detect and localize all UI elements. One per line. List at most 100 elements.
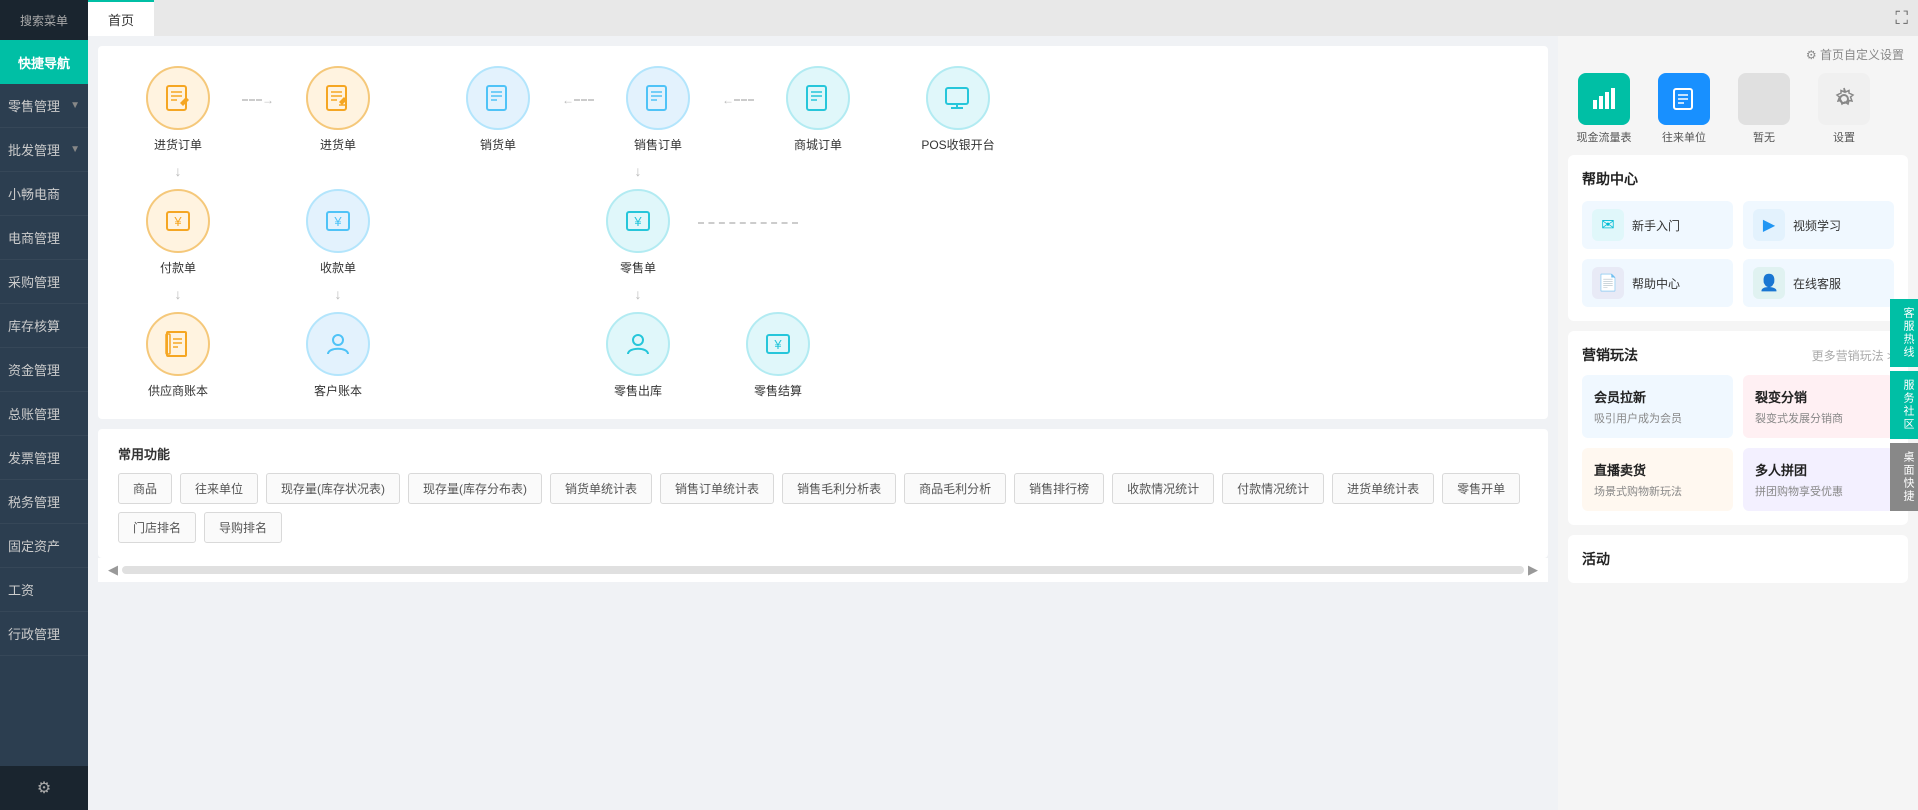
- quicknav-panel: 进货订单 → 进货单: [98, 46, 1548, 419]
- common-functions-title: 常用功能: [118, 444, 1528, 463]
- flow-node-purchase-order[interactable]: 进货订单: [118, 66, 238, 153]
- sidebar-settings-button[interactable]: ⚙: [0, 766, 88, 810]
- supplier-book-icon: [146, 312, 210, 376]
- quick-icon-none[interactable]: 暂无: [1728, 73, 1800, 145]
- float-btn-desktop[interactable]: 桌面快捷: [1890, 443, 1918, 511]
- flow-node-label: 零售出库: [614, 382, 662, 399]
- func-btn-goods[interactable]: 商品: [118, 473, 172, 504]
- sidebar-item-admin[interactable]: 行政管理: [0, 612, 88, 656]
- sidebar-item-retail[interactable]: 零售管理 ▼: [0, 84, 88, 128]
- help-item-video[interactable]: ▶ 视频学习: [1743, 201, 1894, 249]
- flow-node-mall-order[interactable]: 商城订单: [758, 66, 878, 153]
- sidebar-item-salary[interactable]: 工资: [0, 568, 88, 612]
- sidebar-item-inventory[interactable]: 库存核算: [0, 304, 88, 348]
- scrollbar-track[interactable]: [122, 566, 1524, 574]
- sidebar-item-label: 税务管理: [8, 492, 60, 511]
- func-btn-stock-status[interactable]: 现存量(库存状况表): [266, 473, 400, 504]
- sidebar-item-label: 资金管理: [8, 360, 60, 379]
- help-item-label: 在线客服: [1793, 275, 1841, 292]
- flow-node-supplier-book[interactable]: 供应商账本: [118, 312, 238, 399]
- svg-text:¥: ¥: [633, 214, 642, 229]
- func-btn-store-rank[interactable]: 门店排名: [118, 512, 196, 543]
- marketing-item-desc: 吸引用户成为会员: [1594, 410, 1721, 426]
- sidebar-nav-active[interactable]: 快捷导航: [0, 40, 88, 84]
- sidebar-item-tax[interactable]: 税务管理: [0, 480, 88, 524]
- flow-arrow-left2: ←: [718, 93, 758, 107]
- marketing-item-fission[interactable]: 裂变分销 裂变式发展分销商: [1743, 375, 1894, 438]
- func-btn-sale-order-stat[interactable]: 销售订单统计表: [660, 473, 774, 504]
- marketing-more-link[interactable]: 更多营销玩法 >: [1812, 347, 1894, 364]
- flow-node-customer-book[interactable]: 客户账本: [278, 312, 398, 399]
- func-btn-sale-rank[interactable]: 销售排行榜: [1014, 473, 1104, 504]
- svg-text:¥: ¥: [773, 337, 782, 352]
- func-btn-purchase-stat[interactable]: 进货单统计表: [1332, 473, 1434, 504]
- quick-icons-row: 现金流量表 往来单位 暂无 设置: [1568, 73, 1908, 145]
- scroll-right-icon[interactable]: ▶: [1528, 562, 1538, 578]
- sidebar-item-ecommerce[interactable]: 电商管理: [0, 216, 88, 260]
- right-panel: ⚙ 首页自定义设置 现金流量表 往来单位: [1558, 36, 1918, 810]
- sidebar-item-funds[interactable]: 资金管理: [0, 348, 88, 392]
- flow-node-sale-bill[interactable]: 销货单: [438, 66, 558, 153]
- help-item-beginner[interactable]: ✉ 新手入门: [1582, 201, 1733, 249]
- sidebar-item-assets[interactable]: 固定资产: [0, 524, 88, 568]
- flow-node-payment-in[interactable]: ¥ 收款单: [278, 189, 398, 276]
- sidebar-item-label: 零售管理: [8, 96, 60, 115]
- sidebar-search[interactable]: 搜索菜单: [0, 0, 88, 40]
- marketing-item-live[interactable]: 直播卖货 场景式购物新玩法: [1582, 448, 1733, 511]
- sidebar-item-label: 工资: [8, 580, 34, 599]
- expand-button[interactable]: ⛶: [1895, 0, 1918, 36]
- func-btn-sale-stat[interactable]: 销货单统计表: [550, 473, 652, 504]
- scroll-left-icon[interactable]: ◀: [108, 562, 118, 578]
- flow-node-payment-out[interactable]: ¥ 付款单: [118, 189, 238, 276]
- func-btn-goods-profit[interactable]: 商品毛利分析: [904, 473, 1006, 504]
- tab-home[interactable]: 首页: [88, 0, 154, 36]
- help-item-service[interactable]: 👤 在线客服: [1743, 259, 1894, 307]
- sidebar-item-invoice[interactable]: 发票管理: [0, 436, 88, 480]
- sidebar: 搜索菜单 快捷导航 零售管理 ▼ 批发管理 ▼ 小畅电商 电商管理 采购管理 库…: [0, 0, 88, 810]
- flow-node-pos[interactable]: POS收银开台: [898, 66, 1018, 153]
- sidebar-item-label: 总账管理: [8, 404, 60, 423]
- quick-icon-contacts[interactable]: 往来单位: [1648, 73, 1720, 145]
- marketing-item-member[interactable]: 会员拉新 吸引用户成为会员: [1582, 375, 1733, 438]
- sidebar-item-ledger[interactable]: 总账管理: [0, 392, 88, 436]
- flow-node-label: 进货订单: [154, 136, 202, 153]
- sidebar-item-wholesale[interactable]: 批发管理 ▼: [0, 128, 88, 172]
- func-btn-contacts[interactable]: 往来单位: [180, 473, 258, 504]
- flow-node-sale-order[interactable]: 销售订单: [598, 66, 718, 153]
- flow-node-label: 销货单: [480, 136, 516, 153]
- func-grid: 商品 往来单位 现存量(库存状况表) 现存量(库存分布表) 销货单统计表 销售订…: [118, 473, 1528, 543]
- doc-icon: 📄: [1592, 267, 1624, 299]
- marketing-item-desc: 场景式购物新玩法: [1594, 483, 1721, 499]
- flow-node-label: 进货单: [320, 136, 356, 153]
- flow-row-1: 进货订单 → 进货单: [118, 66, 1528, 153]
- sidebar-item-ecommerce-small[interactable]: 小畅电商: [0, 172, 88, 216]
- func-btn-retail-order[interactable]: 零售开单: [1442, 473, 1520, 504]
- float-btn-community[interactable]: 服务社区: [1890, 371, 1918, 439]
- func-btn-receipt-stat[interactable]: 收款情况统计: [1112, 473, 1214, 504]
- quick-icon-label: 现金流量表: [1577, 129, 1632, 145]
- play-icon: ▶: [1753, 209, 1785, 241]
- flow-arrow: →: [238, 93, 278, 107]
- sidebar-item-procurement[interactable]: 采购管理: [0, 260, 88, 304]
- help-item-help[interactable]: 📄 帮助中心: [1582, 259, 1733, 307]
- help-grid: ✉ 新手入门 ▶ 视频学习 📄 帮助中心 👤 在线客服: [1582, 201, 1894, 307]
- marketing-item-group[interactable]: 多人拼团 拼团购物享受优惠: [1743, 448, 1894, 511]
- customize-label: ⚙ 首页自定义设置: [1806, 48, 1904, 62]
- flow-node-retail-settle[interactable]: ¥ 零售结算: [718, 312, 838, 399]
- func-btn-sale-profit[interactable]: 销售毛利分析表: [782, 473, 896, 504]
- flow-node-label: 销售订单: [634, 136, 682, 153]
- quick-icon-settings[interactable]: 设置: [1808, 73, 1880, 145]
- flow-node-retail-out[interactable]: 零售出库: [578, 312, 698, 399]
- flow-node-purchase-bill[interactable]: 进货单: [278, 66, 398, 153]
- func-btn-stock-dist[interactable]: 现存量(库存分布表): [408, 473, 542, 504]
- quick-icon-cashflow[interactable]: 现金流量表: [1568, 73, 1640, 145]
- flow-node-retail-order[interactable]: ¥ 零售单: [578, 189, 698, 276]
- func-btn-guide-rank[interactable]: 导购排名: [204, 512, 282, 543]
- main-area: 首页 ⛶ 进货订单: [88, 0, 1918, 810]
- marketing-item-title: 直播卖货: [1594, 460, 1721, 479]
- float-btn-service[interactable]: 客服热线: [1890, 299, 1918, 367]
- cashflow-icon: [1578, 73, 1630, 125]
- sidebar-item-label: 库存核算: [8, 316, 60, 335]
- func-btn-payment-stat[interactable]: 付款情况统计: [1222, 473, 1324, 504]
- customize-header[interactable]: ⚙ 首页自定义设置: [1568, 46, 1908, 63]
